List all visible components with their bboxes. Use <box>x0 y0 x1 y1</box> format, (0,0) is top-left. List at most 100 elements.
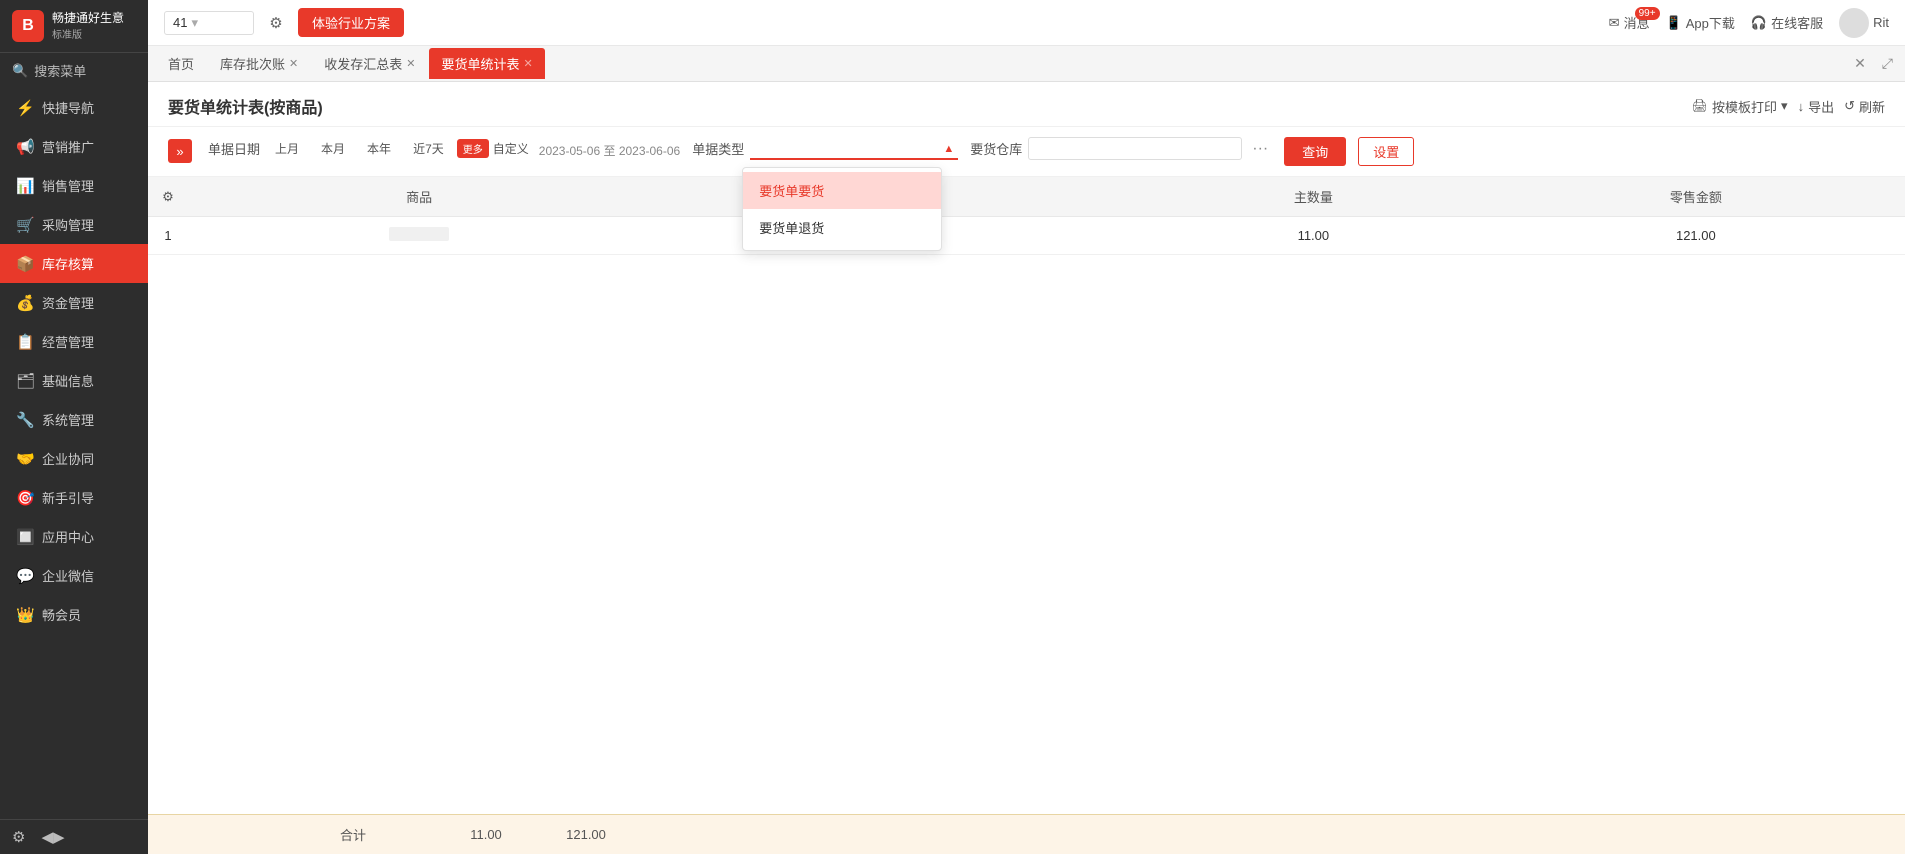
sidebar-item-purchase[interactable]: 🛒 采购管理 <box>0 205 148 244</box>
dropdown-item-order-goods-label: 要货单要货 <box>759 184 824 199</box>
col-qty: 主数量 <box>1140 177 1487 217</box>
refresh-label: 刷新 <box>1859 97 1885 116</box>
export-icon: ↓ <box>1798 99 1805 114</box>
tab-stock-batch[interactable]: 库存批次账 ✕ <box>208 48 310 79</box>
collapse-icon[interactable]: ◀▶ <box>41 828 64 846</box>
tab-stock-batch-label: 库存批次账 <box>220 54 285 73</box>
tab-home-label: 首页 <box>168 54 194 73</box>
logo-name: 畅捷通好生意 <box>52 11 124 27</box>
cooperation-icon: 🤝 <box>16 450 34 468</box>
print-btn[interactable]: 🖨 按模板打印 ▾ <box>1692 97 1788 116</box>
topbar-right: ✉ 消息 99+ 📱 App下载 🎧 在线客服 Rit <box>1609 8 1889 38</box>
system-icon: 🔧 <box>16 411 34 429</box>
enterprise-wechat-icon: 💬 <box>16 567 34 585</box>
app-download-label: App下载 <box>1686 13 1735 32</box>
filter-toggle-btn[interactable]: » <box>168 139 192 163</box>
main-area: 41 ▾ ⚙ 体验行业方案 ✉ 消息 99+ 📱 App下载 🎧 在线客服 <box>148 0 1905 854</box>
warehouse-select-input[interactable] <box>1028 137 1242 160</box>
refresh-icon: ↺ <box>1844 98 1855 114</box>
date-filter-label: 单据日期 <box>208 139 260 158</box>
tabs-bar: 首页 库存批次账 ✕ 收发存汇总表 ✕ 要货单统计表 ✕ ✕ ⤢ <box>148 46 1905 82</box>
toggle-icon: » <box>176 144 183 159</box>
sidebar-item-sales[interactable]: 📊 销售管理 <box>0 166 148 205</box>
sidebar-item-operations[interactable]: 📋 经营管理 <box>0 322 148 361</box>
data-table: ⚙ 商品 主计量单位 主数量 零售金额 1 块 11.00 <box>148 177 1905 255</box>
user-menu[interactable]: Rit <box>1839 8 1889 38</box>
date-pill-this-month[interactable]: 本月 <box>312 137 354 160</box>
tab-order-stat-close[interactable]: ✕ <box>524 57 533 70</box>
query-button[interactable]: 查询 <box>1284 137 1346 166</box>
finance-icon: 💰 <box>16 294 34 312</box>
sidebar-search[interactable]: 🔍 搜索菜单 <box>0 53 148 88</box>
type-select-wrap: ▲ <box>750 137 958 160</box>
sales-icon: 📊 <box>16 177 34 195</box>
print-chevron-icon: ▾ <box>1781 98 1788 114</box>
phone-icon: 📱 <box>1666 15 1682 31</box>
date-pill-last-month[interactable]: 上月 <box>266 137 308 160</box>
sidebar-item-cooperation[interactable]: 🤝 企业协同 <box>0 439 148 478</box>
org-chevron-icon: ▾ <box>191 15 198 31</box>
user-name: Rit <box>1873 15 1889 30</box>
sidebar-item-system[interactable]: 🔧 系统管理 <box>0 400 148 439</box>
date-filter-group: 单据日期 上月 本月 本年 近7天 更多 自定义 2023-05-06 至 20… <box>208 137 680 160</box>
sidebar-nav: ⚡ 快捷导航 📢 营销推广 📊 销售管理 🛒 采购管理 📦 库存核算 💰 资金管… <box>0 88 148 819</box>
date-pill-7days[interactable]: 近7天 <box>404 137 453 160</box>
online-service-btn[interactable]: 🎧 在线客服 <box>1751 13 1823 32</box>
date-custom-btn[interactable]: 自定义 <box>493 140 529 157</box>
sidebar-item-label: 畅会员 <box>42 605 81 624</box>
tab-order-stat[interactable]: 要货单统计表 ✕ <box>429 48 544 79</box>
tab-stock-batch-close[interactable]: ✕ <box>289 57 298 70</box>
topbar: 41 ▾ ⚙ 体验行业方案 ✉ 消息 99+ 📱 App下载 🎧 在线客服 <box>148 0 1905 46</box>
sidebar-item-vip[interactable]: 👑 畅会员 <box>0 595 148 634</box>
page-content: 要货单统计表(按商品) 🖨 按模板打印 ▾ ↓ 导出 ↺ 刷新 <box>148 82 1905 854</box>
tab-receive-send-close[interactable]: ✕ <box>406 57 415 70</box>
filter-area: » 单据日期 上月 本月 本年 近7天 更多 自定义 2023-05-06 至 <box>148 127 1905 177</box>
type-select-input[interactable] <box>750 137 958 160</box>
sidebar-item-marketing[interactable]: 📢 营销推广 <box>0 127 148 166</box>
export-btn[interactable]: ↓ 导出 <box>1798 97 1835 116</box>
dropdown-item-order-goods[interactable]: 要货单要货 <box>743 172 941 209</box>
date-pill-this-year[interactable]: 本年 <box>358 137 400 160</box>
sidebar-item-guide[interactable]: 🎯 新手引导 <box>0 478 148 517</box>
online-service-label: 在线客服 <box>1771 13 1823 32</box>
settings-button[interactable]: ⚙ <box>262 9 290 37</box>
trial-button[interactable]: 体验行业方案 <box>298 8 404 37</box>
table-row: 1 块 11.00 121.00 <box>148 217 1905 255</box>
sidebar: B 畅捷通好生意 标准版 🔍 搜索菜单 ⚡ 快捷导航 📢 营销推广 📊 销售管理… <box>0 0 148 854</box>
sidebar-item-basic[interactable]: 🗂 基础信息 <box>0 361 148 400</box>
operations-icon: 📋 <box>16 333 34 351</box>
more-options-btn[interactable]: ··· <box>1248 140 1272 158</box>
col-product: 商品 <box>188 177 650 217</box>
product-placeholder <box>389 227 449 241</box>
sidebar-item-finance[interactable]: 💰 资金管理 <box>0 283 148 322</box>
total-label: 合计 <box>160 825 366 844</box>
dropdown-item-order-return[interactable]: 要货单退货 <box>743 209 941 246</box>
sidebar-item-inventory[interactable]: 📦 库存核算 <box>0 244 148 283</box>
sidebar-item-quick-nav[interactable]: ⚡ 快捷导航 <box>0 88 148 127</box>
sidebar-item-app-center[interactable]: 🔲 应用中心 <box>0 517 148 556</box>
message-btn[interactable]: ✉ 消息 99+ <box>1609 13 1650 32</box>
sidebar-item-label: 快捷导航 <box>42 98 94 117</box>
sidebar-item-enterprise-wechat[interactable]: 💬 企业微信 <box>0 556 148 595</box>
close-all-tabs-btn[interactable]: ✕ <box>1850 53 1870 74</box>
gear-icon: ⚙ <box>269 14 282 32</box>
topbar-left: 41 ▾ ⚙ 体验行业方案 <box>164 8 1597 37</box>
refresh-btn[interactable]: ↺ 刷新 <box>1844 97 1885 116</box>
search-icon: 🔍 <box>12 63 28 79</box>
settings-icon[interactable]: ⚙ <box>12 828 25 846</box>
dropdown-item-order-return-label: 要货单退货 <box>759 221 824 236</box>
date-pill-more[interactable]: 更多 <box>457 139 489 158</box>
basic-icon: 🗂 <box>16 372 34 390</box>
tab-home[interactable]: 首页 <box>156 48 206 79</box>
col-amount: 零售金额 <box>1487 177 1905 217</box>
purchase-icon: 🛒 <box>16 216 34 234</box>
maximize-tab-btn[interactable]: ⤢ <box>1878 53 1897 74</box>
search-label: 搜索菜单 <box>34 61 86 80</box>
table-settings-button[interactable]: 设置 <box>1358 137 1414 166</box>
tab-receive-send[interactable]: 收发存汇总表 ✕ <box>312 48 427 79</box>
org-selector[interactable]: 41 ▾ <box>164 11 254 35</box>
app-download-btn[interactable]: 📱 App下载 <box>1666 13 1735 32</box>
filter-row: 单据日期 上月 本月 本年 近7天 更多 自定义 2023-05-06 至 20… <box>208 137 1885 166</box>
message-badge: 99+ <box>1635 7 1660 20</box>
cell-num: 1 <box>148 217 188 255</box>
